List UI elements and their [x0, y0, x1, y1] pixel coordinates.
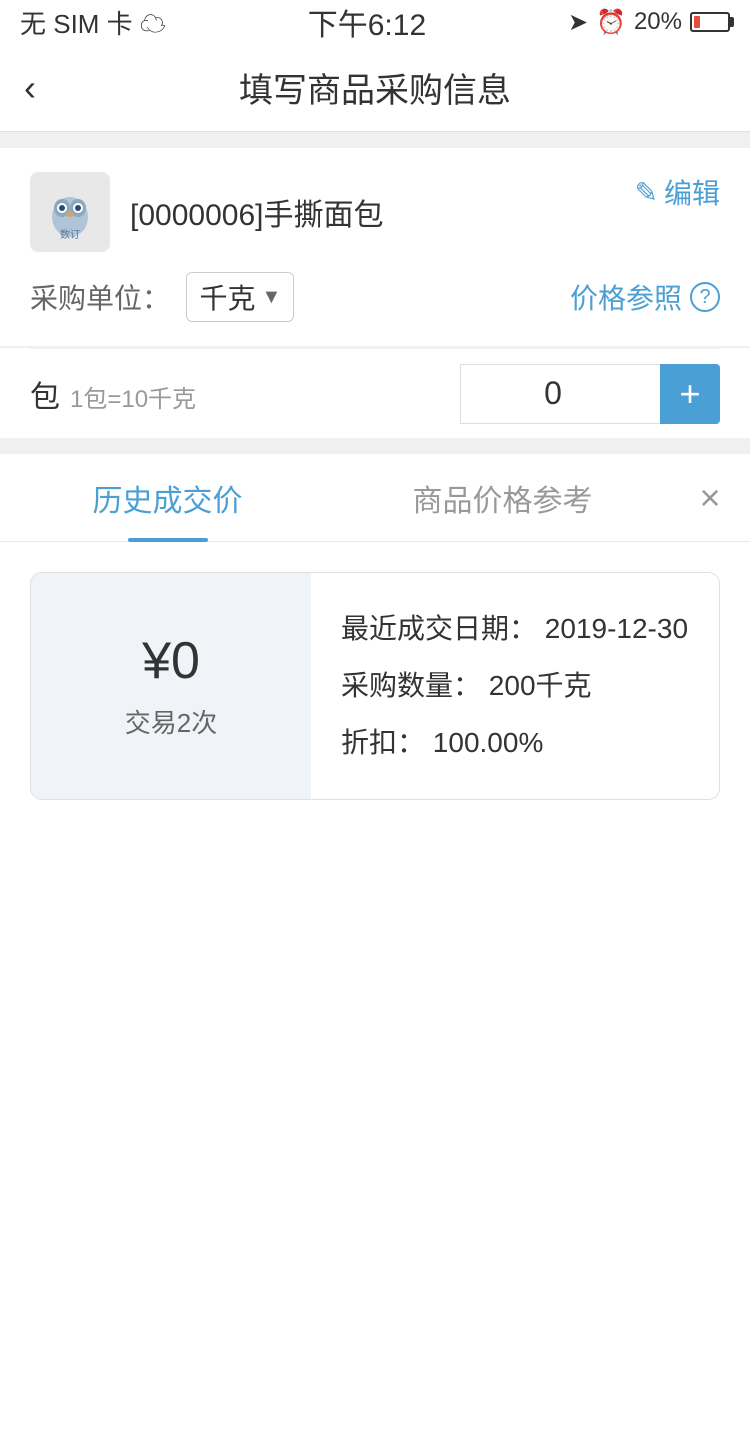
quantity-input[interactable]	[460, 364, 660, 424]
quantity-section: 包 1包=10千克 +	[0, 348, 750, 438]
purchase-qty-label: 采购数量：	[341, 670, 481, 701]
quantity-unit-info: 包 1包=10千克	[30, 372, 196, 416]
quantity-row: 包 1包=10千克 +	[30, 348, 720, 438]
status-time: 下午6:12	[308, 0, 426, 44]
help-icon: ?	[690, 282, 720, 312]
unit-select[interactable]: 千克 ▼	[186, 272, 294, 322]
page-title: 填写商品采购信息	[239, 63, 511, 112]
price-record-left: ¥0 交易2次	[31, 573, 311, 799]
product-header: 数订 [0000006]手撕面包 ✎ 编辑	[30, 172, 720, 252]
discount-value: 100.00%	[433, 727, 544, 758]
discount-row: 折扣： 100.00%	[341, 723, 689, 762]
quantity-plus-button[interactable]: +	[660, 364, 720, 424]
product-card: 数订 [0000006]手撕面包 ✎ 编辑 采购单位： 千克 ▼ 价格参照 ?	[0, 148, 750, 346]
edit-button[interactable]: ✎ 编辑	[635, 172, 720, 212]
status-signal: 无 SIM 卡 ☁	[20, 4, 166, 41]
quantity-unit-name: 包	[30, 372, 60, 416]
svg-text:数订: 数订	[60, 228, 80, 241]
bottom-panel: 历史成交价 商品价格参考 × ¥0 交易2次 最近成交日期： 2019-12-3…	[0, 454, 750, 830]
purchase-qty-row: 采购数量： 200千克	[341, 666, 689, 705]
price-record-card: ¥0 交易2次 最近成交日期： 2019-12-30 采购数量： 200千克 折…	[30, 572, 720, 800]
price-record-right: 最近成交日期： 2019-12-30 采购数量： 200千克 折扣： 100.0…	[311, 573, 719, 799]
quantity-input-group: +	[460, 364, 720, 424]
price-reference-button[interactable]: 价格参照 ?	[570, 277, 720, 317]
product-info: 数订 [0000006]手撕面包	[30, 172, 383, 252]
owl-icon: 数订	[40, 182, 100, 242]
unit-label: 采购单位：	[30, 283, 170, 314]
product-name: [0000006]手撕面包	[130, 190, 383, 234]
trade-count: 交易2次	[125, 703, 217, 740]
battery-percentage: 20%	[634, 8, 682, 36]
panel-close-button[interactable]: ×	[670, 477, 750, 519]
edit-icon: ✎	[635, 176, 658, 209]
price-value: ¥0	[142, 631, 200, 691]
tab-active-indicator	[128, 538, 208, 542]
quantity-unit-equiv: 1包=10千克	[70, 379, 196, 414]
product-unit-row: 采购单位： 千克 ▼ 价格参照 ?	[30, 272, 720, 322]
purchase-qty-value: 200千克	[489, 670, 592, 701]
recent-date-value: 2019-12-30	[545, 613, 688, 644]
recent-date-row: 最近成交日期： 2019-12-30	[341, 609, 689, 648]
unit-selector-group: 采购单位： 千克 ▼	[30, 272, 294, 322]
tab-product-price-ref-label: 商品价格参考	[413, 476, 593, 520]
unit-dropdown-arrow: ▼	[261, 286, 281, 309]
status-battery-area: ➤ ⏰ 20%	[568, 8, 730, 37]
tab-history-price[interactable]: 历史成交价	[0, 454, 335, 542]
white-fill-area	[0, 830, 750, 1430]
recent-date-label: 最近成交日期：	[341, 613, 537, 644]
tab-product-price-ref[interactable]: 商品价格参考	[335, 454, 670, 542]
history-price-content: ¥0 交易2次 最近成交日期： 2019-12-30 采购数量： 200千克 折…	[0, 542, 750, 830]
nav-bar: ‹ 填写商品采购信息	[0, 44, 750, 132]
tab-history-price-label: 历史成交价	[93, 476, 243, 520]
battery-icon	[690, 12, 730, 32]
location-icon: ➤	[568, 8, 588, 37]
tabs-row: 历史成交价 商品价格参考 ×	[0, 454, 750, 542]
back-button[interactable]: ‹	[24, 67, 36, 109]
discount-label: 折扣：	[341, 727, 425, 758]
alarm-icon: ⏰	[596, 8, 626, 37]
status-bar: 无 SIM 卡 ☁ 下午6:12 ➤ ⏰ 20%	[0, 0, 750, 44]
product-thumbnail: 数订	[30, 172, 110, 252]
